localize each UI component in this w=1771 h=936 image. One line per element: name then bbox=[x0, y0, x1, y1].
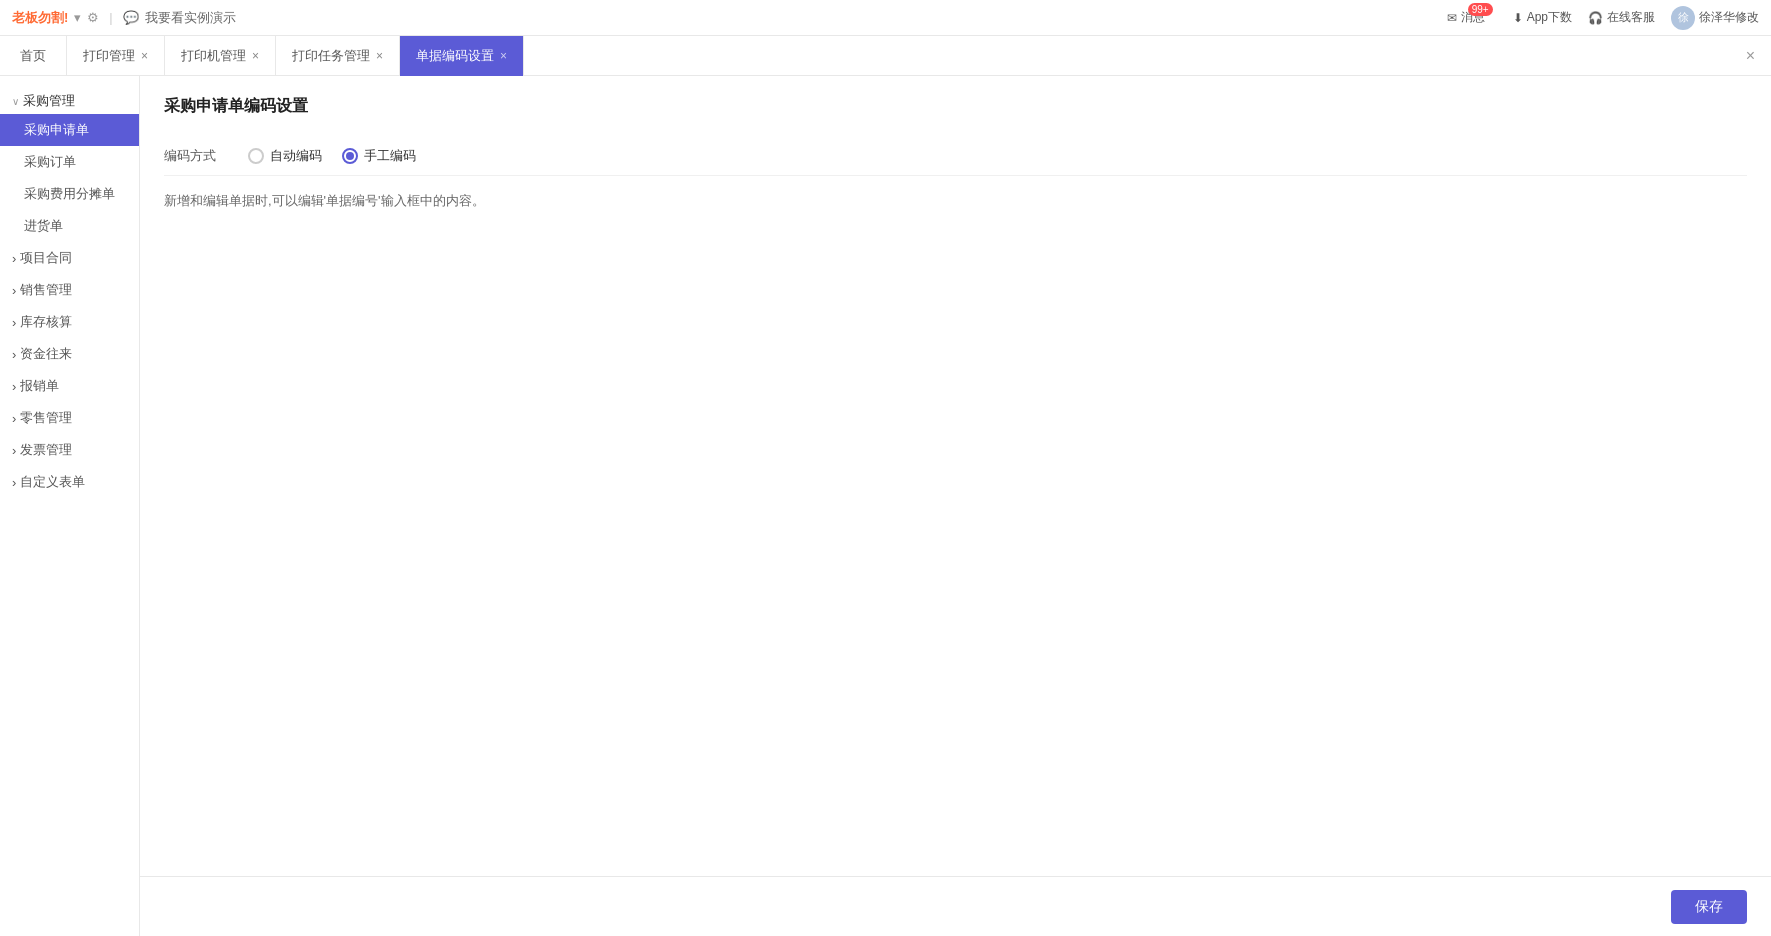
tab-bar: 首页 打印管理 × 打印机管理 × 打印任务管理 × 单据编码设置 × × bbox=[0, 36, 1771, 76]
hint-text: 新增和编辑单据时,可以编辑'单据编号'输入框中的内容。 bbox=[164, 192, 1747, 210]
sidebar-group-invoice[interactable]: › 发票管理 bbox=[0, 434, 139, 466]
tab-close-printer-management[interactable]: × bbox=[252, 49, 259, 63]
tab-print-management[interactable]: 打印管理 × bbox=[67, 36, 165, 76]
sidebar-group-capital-label: 资金往来 bbox=[20, 345, 72, 363]
sidebar-group-inventory[interactable]: › 库存核算 bbox=[0, 306, 139, 338]
tab-print-management-label: 打印管理 bbox=[83, 47, 135, 65]
chevron-down-icon: ∨ bbox=[12, 96, 19, 107]
tab-print-task-management-label: 打印任务管理 bbox=[292, 47, 370, 65]
content-area: 采购申请单编码设置 编码方式 自动编码 手工编码 新增和编辑单据时,可以编辑'单… bbox=[140, 76, 1771, 936]
service-icon: 🎧 bbox=[1588, 11, 1603, 25]
message-button[interactable]: ✉ 消息 99+ bbox=[1447, 9, 1485, 26]
user-menu[interactable]: 徐 徐泽华修改 bbox=[1671, 6, 1759, 30]
sidebar-group-procurement[interactable]: ∨ 采购管理 bbox=[0, 84, 139, 114]
tab-close-doc-code-settings[interactable]: × bbox=[500, 49, 507, 63]
chevron-right-icon-retail: › bbox=[12, 411, 16, 426]
tab-print-task-management[interactable]: 打印任务管理 × bbox=[276, 36, 400, 76]
top-bar-right: ✉ 消息 99+ ⬇ App下数 🎧 在线客服 徐 徐泽华修改 bbox=[1447, 6, 1759, 30]
sidebar: ∨ 采购管理 采购申请单 采购订单 采购费用分摊单 进货单 › 项目合同 › 销… bbox=[0, 76, 140, 936]
radio-circle-auto bbox=[248, 148, 264, 164]
top-bar: 老板勿割! ▾ ⚙ | 💬 我要看实例演示 ✉ 消息 99+ ⬇ App下数 🎧… bbox=[0, 0, 1771, 36]
user-name: 徐泽华修改 bbox=[1699, 9, 1759, 26]
sidebar-group-sales[interactable]: › 销售管理 bbox=[0, 274, 139, 306]
sidebar-group-invoice-label: 发票管理 bbox=[20, 441, 72, 459]
chevron-right-icon-custom: › bbox=[12, 475, 16, 490]
page-title: 采购申请单编码设置 bbox=[164, 96, 1747, 117]
encoding-radio-group: 自动编码 手工编码 bbox=[248, 147, 416, 165]
encoding-label: 编码方式 bbox=[164, 147, 224, 165]
chevron-right-icon-sales: › bbox=[12, 283, 16, 298]
sidebar-group-retail-label: 零售管理 bbox=[20, 409, 72, 427]
save-button[interactable]: 保存 bbox=[1671, 890, 1747, 924]
chevron-right-icon-invoice: › bbox=[12, 443, 16, 458]
chevron-right-icon-inventory: › bbox=[12, 315, 16, 330]
sidebar-group-procurement-label: 采购管理 bbox=[23, 92, 75, 110]
radio-manual-code-label: 手工编码 bbox=[364, 147, 416, 165]
radio-circle-manual bbox=[342, 148, 358, 164]
notice-icon: 💬 bbox=[123, 10, 139, 25]
chevron-right-icon-project: › bbox=[12, 251, 16, 266]
tab-doc-code-settings[interactable]: 单据编码设置 × bbox=[400, 36, 524, 76]
content-inner: 采购申请单编码设置 编码方式 自动编码 手工编码 新增和编辑单据时,可以编辑'单… bbox=[140, 76, 1771, 876]
sidebar-group-retail[interactable]: › 零售管理 bbox=[0, 402, 139, 434]
sidebar-group-custom-form-label: 自定义表单 bbox=[20, 473, 85, 491]
sidebar-item-incoming-label: 进货单 bbox=[24, 218, 63, 233]
logo-text: 老板勿割! bbox=[12, 9, 68, 27]
online-service-button[interactable]: 🎧 在线客服 bbox=[1588, 9, 1655, 26]
radio-manual-code[interactable]: 手工编码 bbox=[342, 147, 416, 165]
sidebar-group-project-contract[interactable]: › 项目合同 bbox=[0, 242, 139, 274]
sidebar-group-sales-label: 销售管理 bbox=[20, 281, 72, 299]
sidebar-item-purchase-cost-label: 采购费用分摊单 bbox=[24, 186, 115, 201]
app-download-label: App下数 bbox=[1527, 9, 1572, 26]
online-service-label: 在线客服 bbox=[1607, 9, 1655, 26]
top-bar-left: 老板勿割! ▾ ⚙ | 💬 我要看实例演示 bbox=[12, 9, 1437, 27]
sidebar-item-purchase-order[interactable]: 采购订单 bbox=[0, 146, 139, 178]
chevron-right-icon-capital: › bbox=[12, 347, 16, 362]
app-download-button[interactable]: ⬇ App下数 bbox=[1513, 9, 1572, 26]
app-icon: ⬇ bbox=[1513, 11, 1523, 25]
sidebar-item-purchase-request[interactable]: 采购申请单 bbox=[0, 114, 139, 146]
message-badge: 99+ bbox=[1468, 3, 1493, 16]
avatar: 徐 bbox=[1671, 6, 1695, 30]
message-icon: ✉ bbox=[1447, 11, 1457, 25]
tab-close-print-management[interactable]: × bbox=[141, 49, 148, 63]
chevron-right-icon-reimbursement: › bbox=[12, 379, 16, 394]
sidebar-item-purchase-request-label: 采购申请单 bbox=[24, 122, 89, 137]
radio-auto-code-label: 自动编码 bbox=[270, 147, 322, 165]
tab-doc-code-settings-label: 单据编码设置 bbox=[416, 47, 494, 65]
sidebar-item-purchase-order-label: 采购订单 bbox=[24, 154, 76, 169]
tab-close-print-task-management[interactable]: × bbox=[376, 49, 383, 63]
tab-bar-close-button[interactable]: × bbox=[1730, 47, 1771, 65]
tab-printer-management[interactable]: 打印机管理 × bbox=[165, 36, 276, 76]
main-layout: ∨ 采购管理 采购申请单 采购订单 采购费用分摊单 进货单 › 项目合同 › 销… bbox=[0, 76, 1771, 936]
tab-home[interactable]: 首页 bbox=[0, 36, 67, 76]
sidebar-group-project-contract-label: 项目合同 bbox=[20, 249, 72, 267]
radio-auto-code[interactable]: 自动编码 bbox=[248, 147, 322, 165]
sidebar-group-inventory-label: 库存核算 bbox=[20, 313, 72, 331]
sidebar-group-reimbursement[interactable]: › 报销单 bbox=[0, 370, 139, 402]
dropdown-icon[interactable]: ▾ bbox=[74, 10, 81, 25]
sidebar-item-incoming[interactable]: 进货单 bbox=[0, 210, 139, 242]
notice-text: 我要看实例演示 bbox=[145, 9, 236, 27]
tab-home-label: 首页 bbox=[20, 47, 46, 65]
sidebar-group-reimbursement-label: 报销单 bbox=[20, 377, 59, 395]
content-footer: 保存 bbox=[140, 876, 1771, 936]
settings-icon[interactable]: ⚙ bbox=[87, 10, 99, 25]
encoding-row: 编码方式 自动编码 手工编码 bbox=[164, 137, 1747, 176]
sidebar-item-purchase-cost[interactable]: 采购费用分摊单 bbox=[0, 178, 139, 210]
sidebar-group-capital[interactable]: › 资金往来 bbox=[0, 338, 139, 370]
tab-printer-management-label: 打印机管理 bbox=[181, 47, 246, 65]
sidebar-group-custom-form[interactable]: › 自定义表单 bbox=[0, 466, 139, 498]
